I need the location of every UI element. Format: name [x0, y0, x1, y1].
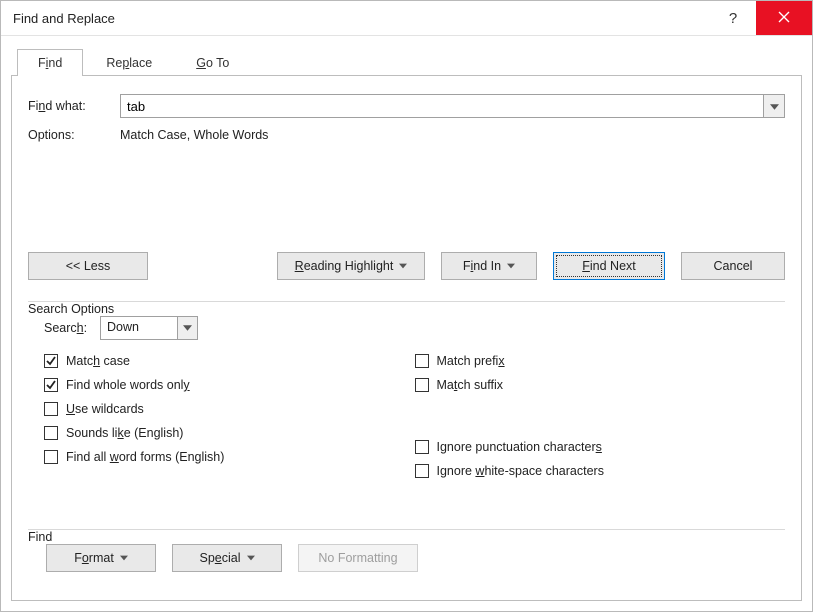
find-next-button[interactable]: Find Next — [553, 252, 665, 280]
less-button[interactable]: << Less — [28, 252, 148, 280]
find-and-replace-dialog: Find and Replace ? Find Replace Go To Fi… — [0, 0, 813, 612]
match-case-checkbox[interactable]: Match case — [44, 354, 407, 368]
checkbox-icon — [44, 426, 58, 440]
options-label: Options: — [28, 128, 120, 142]
checkbox-icon — [44, 450, 58, 464]
match-prefix-checkbox[interactable]: Match prefix — [415, 354, 778, 368]
help-button[interactable]: ? — [710, 1, 756, 35]
find-in-button[interactable]: Find In — [441, 252, 537, 280]
format-button[interactable]: Format — [46, 544, 156, 572]
match-suffix-checkbox[interactable]: Match suffix — [415, 378, 778, 392]
ignore-punct-checkbox[interactable]: Ignore punctuation characters — [415, 440, 778, 454]
find-footer-group: Find Format Special No Formatting — [28, 522, 785, 578]
search-direction-select[interactable]: Down — [100, 316, 198, 340]
chevron-down-icon — [177, 317, 197, 339]
checkbox-icon — [44, 354, 58, 368]
titlebar: Find and Replace ? — [1, 1, 812, 36]
checkbox-icon — [44, 402, 58, 416]
sounds-like-checkbox[interactable]: Sounds like (English) — [44, 426, 407, 440]
caret-down-icon — [247, 555, 255, 561]
tab-goto[interactable]: Go To — [175, 49, 250, 76]
no-formatting-button: No Formatting — [298, 544, 418, 572]
options-value: Match Case, Whole Words — [120, 128, 268, 142]
whole-words-checkbox[interactable]: Find whole words only — [44, 378, 407, 392]
find-what-dropdown[interactable] — [763, 94, 785, 118]
caret-down-icon — [399, 263, 407, 269]
tab-find[interactable]: Find — [17, 49, 83, 76]
ignore-ws-checkbox[interactable]: Ignore white-space characters — [415, 464, 778, 478]
use-wildcards-checkbox[interactable]: Use wildcards — [44, 402, 407, 416]
reading-highlight-button[interactable]: Reading Highlight — [277, 252, 425, 280]
close-button[interactable] — [756, 1, 812, 35]
tab-panel-find: Find what: Options: Match Case, Whole Wo… — [11, 76, 802, 601]
special-button[interactable]: Special — [172, 544, 282, 572]
search-options-title: Search Options — [28, 302, 120, 316]
dialog-title: Find and Replace — [1, 11, 115, 26]
chevron-down-icon — [770, 99, 779, 113]
checkbox-icon — [415, 440, 429, 454]
find-what-label: Find what: — [28, 99, 120, 113]
find-group-title: Find — [28, 530, 58, 544]
tabs: Find Replace Go To — [11, 46, 802, 76]
checkbox-icon — [415, 354, 429, 368]
tab-replace[interactable]: Replace — [85, 49, 173, 76]
checkbox-icon — [44, 378, 58, 392]
find-what-input[interactable] — [120, 94, 763, 118]
word-forms-checkbox[interactable]: Find all word forms (English) — [44, 450, 407, 464]
checkbox-icon — [415, 378, 429, 392]
caret-down-icon — [120, 555, 128, 561]
close-icon — [778, 11, 790, 26]
checkbox-icon — [415, 464, 429, 478]
search-options-group: Search Options Search: Down — [28, 294, 785, 492]
search-direction-label: Search: — [44, 321, 100, 335]
cancel-button[interactable]: Cancel — [681, 252, 785, 280]
caret-down-icon — [507, 263, 515, 269]
